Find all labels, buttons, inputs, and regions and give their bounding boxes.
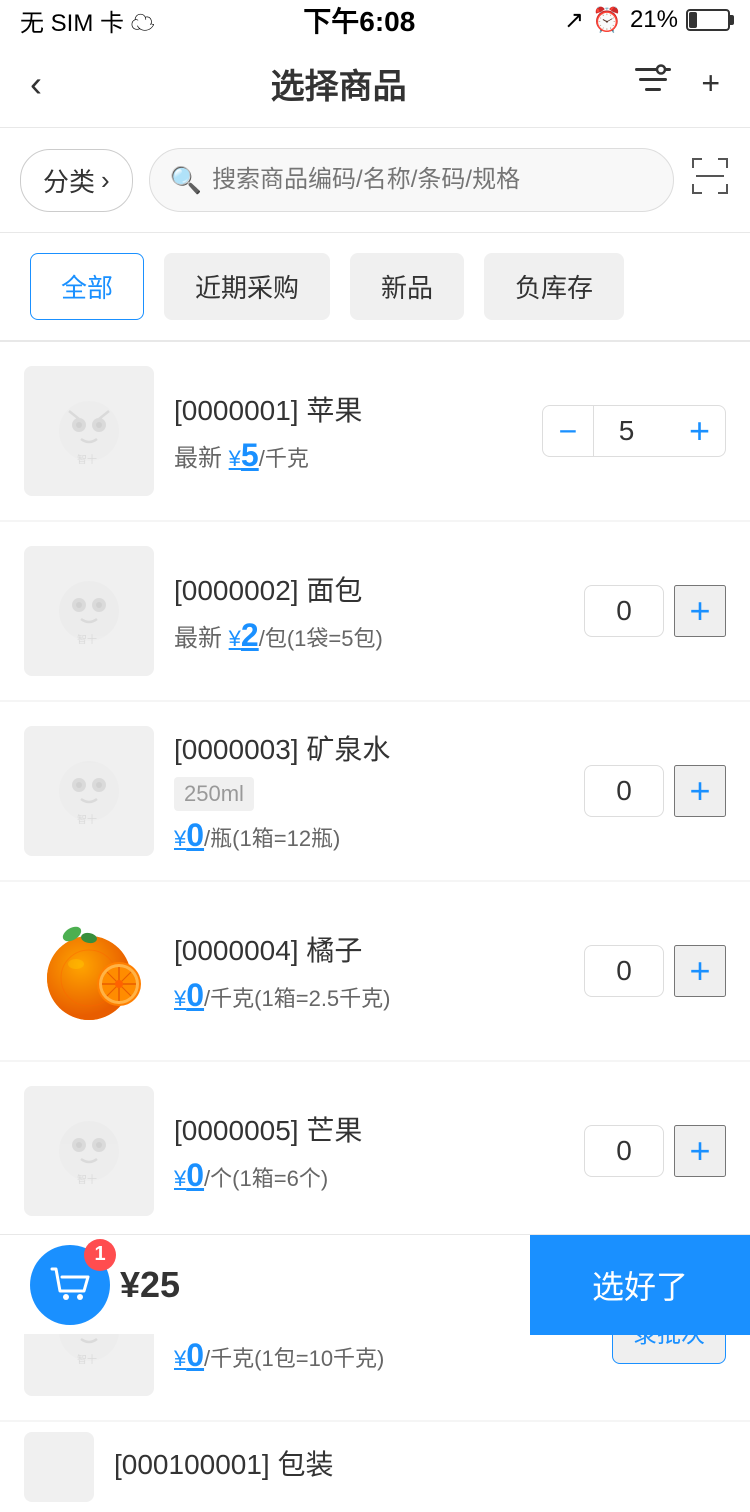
product-price-0000006: ¥0/千克(1包=10千克) xyxy=(174,1337,592,1374)
list-item: 智十 [0000002] 面包 最新 ¥2/包(1袋=5包) 0 + xyxy=(0,522,750,700)
search-box[interactable]: 🔍 xyxy=(149,148,674,212)
filter-icon[interactable] xyxy=(635,64,671,103)
scan-icon[interactable] xyxy=(690,156,730,204)
product-info-0000001: [0000001] 苹果 最新 ¥5/千克 xyxy=(174,389,522,474)
qty-control-0000002: 0 + xyxy=(584,585,726,637)
product-name-partial: [000100001] 包装 xyxy=(114,1443,726,1483)
product-price-0000002: 最新 ¥2/包(1袋=5包) xyxy=(174,617,564,654)
cart-section: 1 ¥25 xyxy=(0,1245,530,1325)
qty-plus-0000005[interactable]: + xyxy=(674,1125,726,1177)
product-image-0000002: 智十 xyxy=(24,546,154,676)
svg-text:智十: 智十 xyxy=(77,1353,97,1366)
qty-display-0000002[interactable]: 0 xyxy=(584,585,664,637)
product-info-0000002: [0000002] 面包 最新 ¥2/包(1袋=5包) xyxy=(174,569,564,654)
nav-bar: ‹ 选择商品 + xyxy=(0,40,750,128)
battery-icon xyxy=(686,9,730,31)
no-sim-label: 无 SIM 卡 ☁ xyxy=(20,3,155,38)
list-item-partial: [000100001] 包装 xyxy=(0,1422,750,1512)
tab-recent[interactable]: 近期采购 xyxy=(164,253,330,320)
back-button[interactable]: ‹ xyxy=(30,63,42,105)
product-name-0000001: [0000001] 苹果 xyxy=(174,389,522,429)
search-input[interactable] xyxy=(212,166,653,194)
status-bar: 无 SIM 卡 ☁ 下午6:08 ↗ ⏰ 21% xyxy=(0,0,750,40)
svg-text:智十: 智十 xyxy=(77,1173,97,1186)
confirm-button[interactable]: 选好了 xyxy=(530,1235,750,1335)
product-price-0000001: 最新 ¥5/千克 xyxy=(174,437,522,474)
product-price-0000004: ¥0/千克(1箱=2.5千克) xyxy=(174,977,564,1014)
page-title: 选择商品 xyxy=(271,59,407,108)
alarm-icon: ⏰ xyxy=(592,6,622,35)
tab-all[interactable]: 全部 xyxy=(30,253,144,320)
tab-bar: 全部 近期采购 新品 负库存 xyxy=(0,233,750,342)
svg-text:智十: 智十 xyxy=(77,813,97,826)
product-spec-0000003: 250ml xyxy=(174,777,254,811)
product-price-0000005: ¥0/个(1箱=6个) xyxy=(174,1157,564,1194)
list-item: 智十 [0000001] 苹果 最新 ¥5/千克 − + xyxy=(0,342,750,520)
svg-text:智十: 智十 xyxy=(77,453,97,466)
svg-text:智十: 智十 xyxy=(77,633,97,646)
product-name-0000004: [0000004] 橘子 xyxy=(174,929,564,969)
product-info-0000004: [0000004] 橘子 ¥0/千克(1箱=2.5千克) xyxy=(174,929,564,1014)
qty-plus-0000004[interactable]: + xyxy=(674,945,726,997)
qty-minus-0000001[interactable]: − xyxy=(542,405,594,457)
qty-control-0000005: 0 + xyxy=(584,1125,726,1177)
product-image-0000004 xyxy=(24,906,154,1036)
qty-control-0000003: 0 + xyxy=(584,765,726,817)
filter-bar: 分类 › 🔍 xyxy=(0,128,750,233)
cart-icon-wrap[interactable]: 1 xyxy=(30,1245,110,1325)
qty-display-0000003[interactable]: 0 xyxy=(584,765,664,817)
battery-label: 21% xyxy=(630,6,678,34)
search-icon: 🔍 xyxy=(170,165,202,196)
product-name-0000005: [0000005] 芒果 xyxy=(174,1109,564,1149)
product-info-0000003: [0000003] 矿泉水 250ml ¥0/瓶(1箱=12瓶) xyxy=(174,728,564,854)
location-icon: ↗ xyxy=(564,6,584,35)
status-right: ↗ ⏰ 21% xyxy=(564,6,730,35)
qty-control-0000001: − + xyxy=(542,405,726,457)
product-image-0000001: 智十 xyxy=(24,366,154,496)
product-image-partial xyxy=(24,1432,94,1502)
qty-plus-0000001[interactable]: + xyxy=(674,405,726,457)
list-item: [0000004] 橘子 ¥0/千克(1箱=2.5千克) 0 + xyxy=(0,882,750,1060)
add-button[interactable]: + xyxy=(701,65,720,102)
product-info-partial: [000100001] 包装 xyxy=(114,1443,726,1491)
product-price-0000003: ¥0/瓶(1箱=12瓶) xyxy=(174,817,564,854)
product-name-0000002: [0000002] 面包 xyxy=(174,569,564,609)
status-time: 下午6:08 xyxy=(303,0,415,40)
nav-actions: + xyxy=(635,64,720,103)
qty-control-0000004: 0 + xyxy=(584,945,726,997)
bottom-bar: 1 ¥25 选好了 xyxy=(0,1234,750,1334)
qty-input-0000001[interactable] xyxy=(594,405,674,457)
product-list: 智十 [0000001] 苹果 最新 ¥5/千克 − + xyxy=(0,342,750,1512)
product-image-0000005: 智十 xyxy=(24,1086,154,1216)
category-button[interactable]: 分类 › xyxy=(20,149,133,212)
cart-badge: 1 xyxy=(84,1239,116,1271)
qty-plus-0000003[interactable]: + xyxy=(674,765,726,817)
qty-display-0000005[interactable]: 0 xyxy=(584,1125,664,1177)
qty-display-0000004[interactable]: 0 xyxy=(584,945,664,997)
status-left: 无 SIM 卡 ☁ xyxy=(20,3,155,38)
list-item: 智十 [0000005] 芒果 ¥0/个(1箱=6个) 0 + xyxy=(0,1062,750,1240)
tab-negative[interactable]: 负库存 xyxy=(484,253,624,320)
tab-new[interactable]: 新品 xyxy=(350,253,464,320)
product-name-0000003: [0000003] 矿泉水 xyxy=(174,728,564,768)
cart-total: ¥25 xyxy=(120,1264,180,1306)
product-image-0000003: 智十 xyxy=(24,726,154,856)
qty-plus-0000002[interactable]: + xyxy=(674,585,726,637)
product-info-0000005: [0000005] 芒果 ¥0/个(1箱=6个) xyxy=(174,1109,564,1194)
list-item: 智十 [0000003] 矿泉水 250ml ¥0/瓶(1箱=12瓶) 0 + xyxy=(0,702,750,880)
